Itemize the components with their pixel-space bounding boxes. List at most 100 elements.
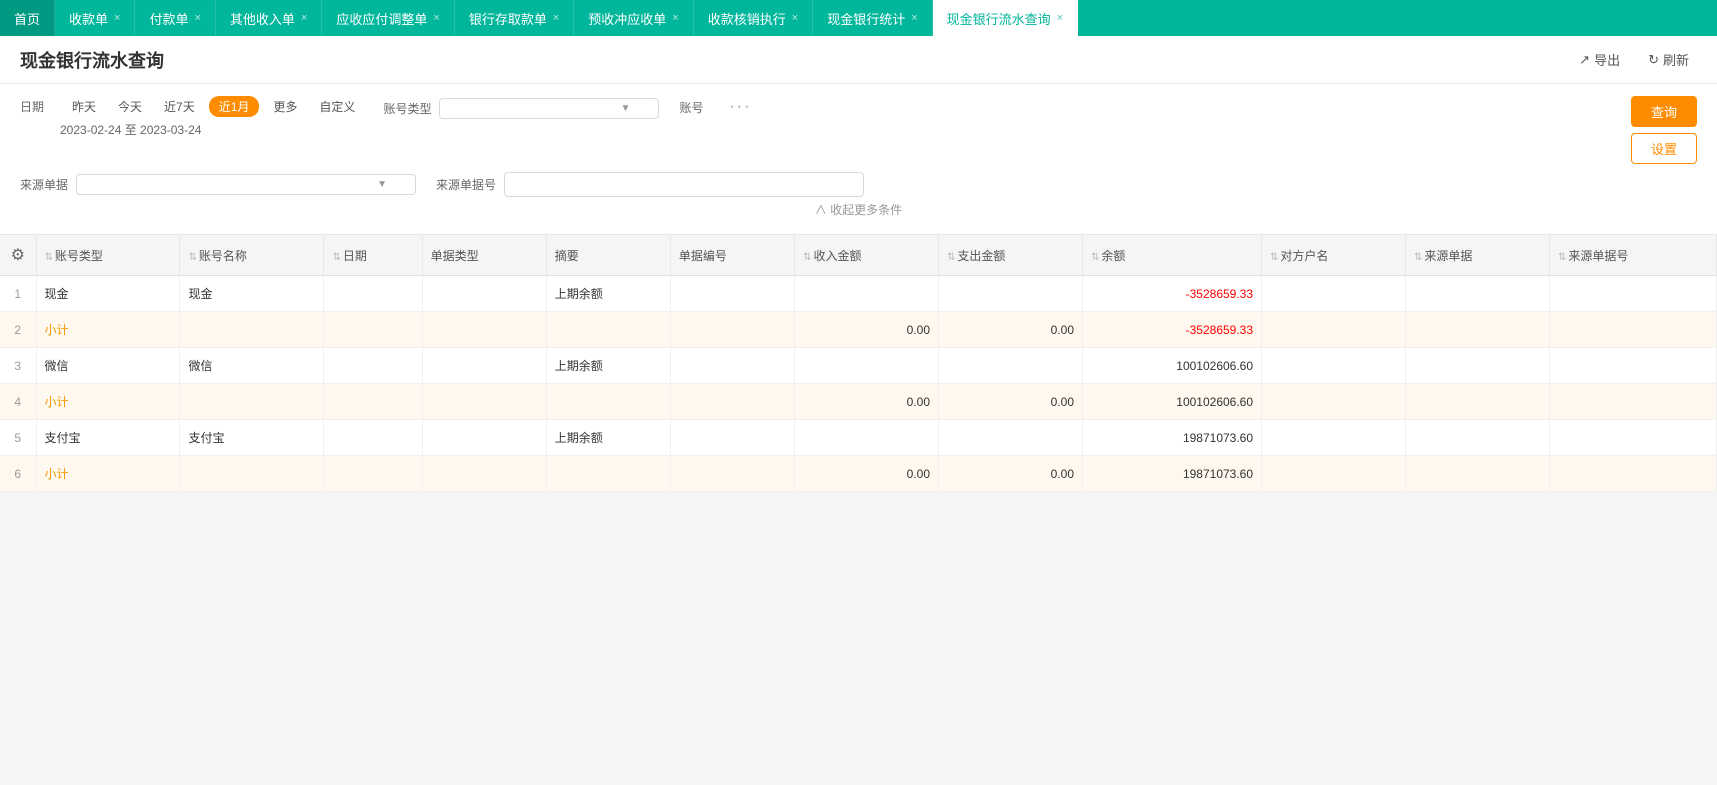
settings-button[interactable]: 设置 [1631,133,1697,164]
close-icon-5[interactable]: × [672,12,678,24]
close-icon-2[interactable]: × [301,12,307,24]
cell-doc-type [422,348,546,384]
nav-home[interactable]: 首页 [0,0,55,36]
cell-counterparty [1262,312,1406,348]
col-date[interactable]: ⇅日期 [324,235,422,276]
cell-account-name: 现金 [180,276,324,312]
source-doc-num-input[interactable] [504,172,864,197]
collapse-icon: ∧ [815,203,827,217]
col-source-doc-no[interactable]: ⇅来源单据号 [1550,235,1717,276]
cell-income: 0.00 [795,456,939,492]
nav-item-4[interactable]: 银行存取款单 × [455,0,574,36]
col-account-type[interactable]: ⇅账号类型 [36,235,180,276]
close-icon-3[interactable]: × [433,12,439,24]
date-options: 昨天 今天 近7天 近1月 更多 自定义 [64,96,363,117]
collapse-bar[interactable]: ∧ 收起更多条件 [20,197,1697,222]
cell-date [324,420,422,456]
cell-date [324,276,422,312]
cell-expense [939,420,1083,456]
col-source-doc[interactable]: ⇅来源单据 [1406,235,1550,276]
cell-account-name: 微信 [180,348,324,384]
cell-doc-no [670,420,794,456]
cell-doc-no [670,348,794,384]
date-opt-today[interactable]: 今天 [110,96,150,117]
date-filter-row: 日期 昨天 今天 近7天 近1月 更多 自定义 [20,96,363,117]
cell-summary [546,456,670,492]
account-type-dropdown-icon: ▼ [621,103,631,114]
nav-item-2[interactable]: 其他收入单 × [216,0,322,36]
date-opt-custom[interactable]: 自定义 [311,96,363,117]
cell-doc-type [422,456,546,492]
table-row: 5 支付宝 支付宝 上期余额 19871073.60 [0,420,1717,456]
close-icon-1[interactable]: × [194,12,200,24]
cell-source-doc-no [1550,456,1717,492]
page-header: 现金银行流水查询 ↗ 导出 ↻ 刷新 [0,36,1717,84]
col-doc-type[interactable]: 单据类型 [422,235,546,276]
cell-source-doc-no [1550,384,1717,420]
cell-expense: 0.00 [939,456,1083,492]
cell-no: 6 [0,456,36,492]
nav-item-7[interactable]: 现金银行统计 × [813,0,932,36]
cell-no: 4 [0,384,36,420]
export-button[interactable]: ↗ 导出 [1571,46,1628,73]
page-title: 现金银行流水查询 [20,47,164,73]
cell-date [324,456,422,492]
nav-item-8[interactable]: 现金银行流水查询 × [933,0,1078,36]
cell-expense: 0.00 [939,312,1083,348]
cell-source-doc [1406,420,1550,456]
cell-counterparty [1262,456,1406,492]
query-button[interactable]: 查询 [1631,96,1697,127]
cell-balance: 100102606.60 [1083,348,1262,384]
col-counterparty[interactable]: ⇅对方户名 [1262,235,1406,276]
table-header-row: ⚙ ⇅账号类型 ⇅账号名称 ⇅日期 单据类型 摘要 单据编号 ⇅收入金额 ⇅支出… [0,235,1717,276]
date-opt-1month[interactable]: 近1月 [209,96,260,117]
col-balance[interactable]: ⇅余额 [1083,235,1262,276]
close-icon-8[interactable]: × [1057,12,1063,24]
nav-item-1[interactable]: 付款单 × [135,0,215,36]
close-icon-0[interactable]: × [114,12,120,24]
cell-balance: 100102606.60 [1083,384,1262,420]
source-doc-select[interactable]: ▼ [76,174,416,195]
col-account-name[interactable]: ⇅账号名称 [180,235,324,276]
nav-item-3[interactable]: 应收应付调整单 × [322,0,454,36]
cell-summary [546,384,670,420]
cell-source-doc-no [1550,420,1717,456]
date-label: 日期 [20,98,56,115]
nav-item-5[interactable]: 预收冲应收单 × [574,0,693,36]
cell-source-doc [1406,384,1550,420]
cell-doc-no [670,456,794,492]
account-more-icon[interactable]: ··· [723,98,757,116]
col-expense[interactable]: ⇅支出金额 [939,235,1083,276]
close-icon-7[interactable]: × [911,12,917,24]
account-type-select[interactable]: ▼ [439,98,659,119]
cell-account-name: 支付宝 [180,420,324,456]
settings-col-icon[interactable]: ⚙ [11,247,25,264]
refresh-button[interactable]: ↻ 刷新 [1640,46,1697,73]
date-opt-more[interactable]: 更多 [265,96,305,117]
cell-balance: 19871073.60 [1083,456,1262,492]
cell-no: 3 [0,348,36,384]
col-settings[interactable]: ⚙ [0,235,36,276]
cell-expense: 0.00 [939,384,1083,420]
cell-account-name [180,456,324,492]
date-opt-yesterday[interactable]: 昨天 [64,96,104,117]
cell-account-type: 小计 [36,456,180,492]
date-opt-7days[interactable]: 近7天 [156,96,203,117]
cell-counterparty [1262,420,1406,456]
col-summary[interactable]: 摘要 [546,235,670,276]
cell-doc-no [670,312,794,348]
cell-counterparty [1262,384,1406,420]
close-icon-4[interactable]: × [553,12,559,24]
cell-source-doc-no [1550,312,1717,348]
nav-item-0[interactable]: 收款单 × [55,0,135,36]
cell-source-doc-no [1550,348,1717,384]
source-doc-num-label: 来源单据号 [436,176,496,193]
cell-expense [939,276,1083,312]
nav-item-6[interactable]: 收款核销执行 × [694,0,813,36]
col-doc-no[interactable]: 单据编号 [670,235,794,276]
col-income[interactable]: ⇅收入金额 [795,235,939,276]
close-icon-6[interactable]: × [792,12,798,24]
account-type-label: 账号类型 [383,100,431,117]
cell-income [795,420,939,456]
cell-doc-no [670,384,794,420]
